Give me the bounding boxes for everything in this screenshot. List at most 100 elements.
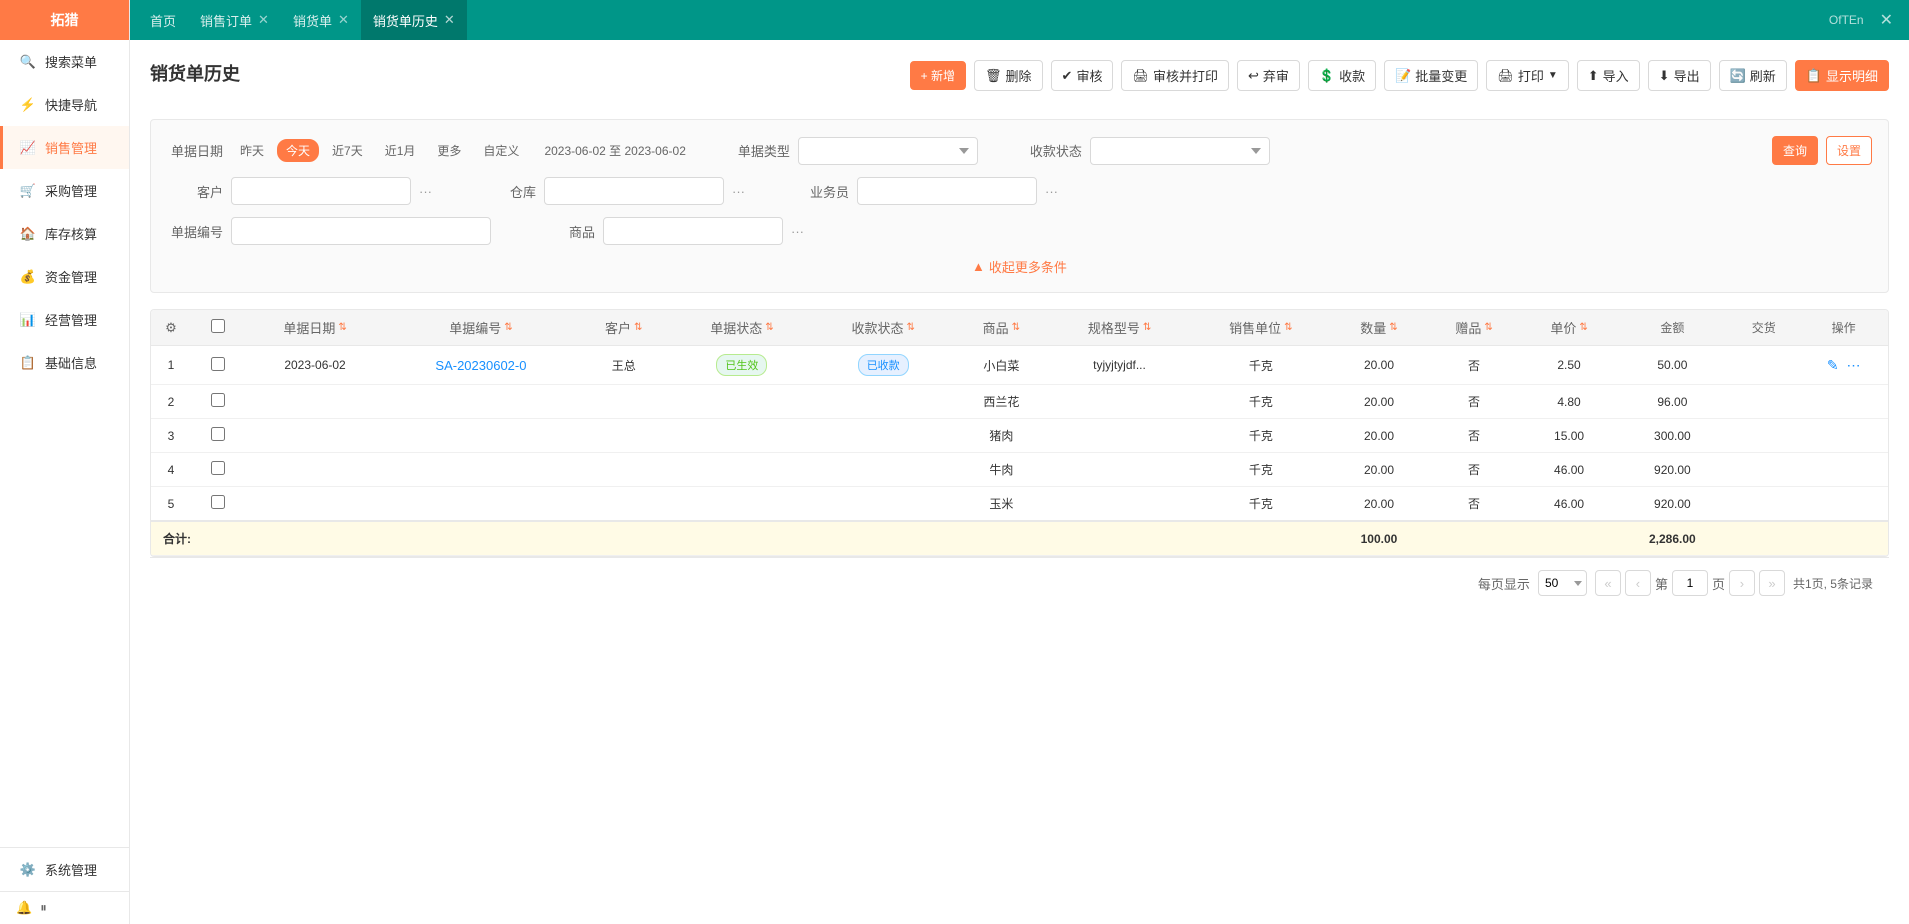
export-button[interactable]: ⬇ 导出	[1648, 60, 1711, 91]
date-btn-today[interactable]: 今天	[277, 139, 319, 162]
nav-sales-goods[interactable]: 销货单 ✕	[281, 0, 361, 40]
edit-icon[interactable]: ✎	[1827, 357, 1839, 374]
collapse-button[interactable]: ▲ 收起更多条件	[167, 257, 1872, 276]
date-btn-1month[interactable]: 近1月	[376, 139, 425, 162]
close-sales-order-icon[interactable]: ✕	[258, 12, 269, 28]
sidebar-item-inventory[interactable]: 🏠 库存核算	[0, 212, 129, 255]
next-page-btn[interactable]: ›	[1729, 570, 1755, 596]
doctype-select[interactable]	[798, 137, 978, 165]
cell-docno[interactable]	[386, 385, 577, 419]
cell-op[interactable]	[1799, 419, 1888, 453]
cell-docno[interactable]: SA-20230602-0	[386, 346, 577, 385]
sidebar-item-sys-mgmt[interactable]: ⚙️ 系统管理	[0, 848, 129, 891]
docnum-input[interactable]	[231, 217, 491, 245]
page-num-input[interactable]	[1672, 570, 1708, 596]
settings-button[interactable]: 设置	[1826, 136, 1872, 165]
cell-op[interactable]	[1799, 385, 1888, 419]
nav-sales-history[interactable]: 销货单历史 ✕	[361, 0, 467, 40]
select-all-checkbox[interactable]	[211, 319, 225, 333]
nav-home[interactable]: 首页	[138, 0, 188, 40]
cell-check[interactable]	[191, 346, 244, 385]
th-doc-status[interactable]: 单据状态 ⇅	[671, 310, 812, 346]
sidebar-item-finance[interactable]: 💰 资金管理	[0, 255, 129, 298]
goods-label: 商品	[539, 222, 595, 241]
cell-docno[interactable]	[386, 419, 577, 453]
top-nav-bar: 首页 销售订单 ✕ 销货单 ✕ 销货单历史 ✕ OfTEn ✕	[130, 0, 1909, 40]
date-btn-more[interactable]: 更多	[428, 139, 470, 162]
warehouse-input[interactable]	[544, 177, 724, 205]
delete-button[interactable]: 🗑 删除	[974, 60, 1043, 91]
th-collect-status[interactable]: 收款状态 ⇅	[813, 310, 954, 346]
cell-check[interactable]	[191, 453, 244, 487]
batch-change-button[interactable]: 📝 批量变更	[1384, 60, 1478, 91]
footer-label: 合计:	[151, 521, 244, 556]
query-button[interactable]: 查询	[1772, 136, 1818, 165]
new-button[interactable]: + 新增	[910, 61, 966, 90]
abandon-button[interactable]: ↩ 弃审	[1237, 60, 1300, 91]
more-icon[interactable]: ⋯	[1847, 357, 1861, 374]
goods-input[interactable]	[603, 217, 783, 245]
th-date[interactable]: 单据日期 ⇅	[244, 310, 385, 346]
cell-op[interactable]	[1799, 453, 1888, 487]
th-price[interactable]: 单价 ⇅	[1522, 310, 1617, 346]
warehouse-ellipsis[interactable]: ···	[732, 184, 745, 199]
refresh-button[interactable]: 🔄 刷新	[1719, 60, 1787, 91]
sidebar-bottom-icon2[interactable]: ⏸	[40, 900, 47, 916]
customer-input[interactable]	[231, 177, 411, 205]
th-gift[interactable]: 赠品 ⇅	[1427, 310, 1522, 346]
th-qty[interactable]: 数量 ⇅	[1331, 310, 1426, 346]
close-sales-goods-icon[interactable]: ✕	[338, 12, 349, 28]
sidebar-item-sales-mgmt[interactable]: 📈 销售管理	[0, 126, 129, 169]
th-operation: 操作	[1799, 310, 1888, 346]
agent-input[interactable]	[857, 177, 1037, 205]
sidebar-item-quick-nav[interactable]: ⚡ 快捷导航	[0, 83, 129, 126]
date-btn-custom[interactable]: 自定义	[474, 139, 528, 162]
customer-ellipsis[interactable]: ···	[419, 184, 432, 199]
import-button[interactable]: ⬆ 导入	[1577, 60, 1640, 91]
sidebar-item-search-menu[interactable]: 🔍 搜索菜单	[0, 40, 129, 83]
cell-goods: 小白菜	[954, 346, 1049, 385]
date-btn-yesterday[interactable]: 昨天	[231, 139, 273, 162]
cell-docno[interactable]	[386, 453, 577, 487]
filter-customer-item: 客户 ···	[167, 177, 432, 205]
th-spec[interactable]: 规格型号 ⇅	[1049, 310, 1190, 346]
sidebar-item-operations[interactable]: 📊 经营管理	[0, 298, 129, 341]
th-unit[interactable]: 销售单位 ⇅	[1190, 310, 1331, 346]
cell-delivery	[1728, 346, 1799, 385]
cell-op[interactable]: ✎⋯	[1799, 346, 1888, 385]
cell-check[interactable]	[191, 487, 244, 522]
customer-label: 客户	[167, 182, 223, 201]
doc-link[interactable]: SA-20230602-0	[435, 358, 526, 373]
per-page-select[interactable]: 50 100 200	[1538, 570, 1587, 596]
sidebar-item-basic-info[interactable]: 📋 基础信息	[0, 341, 129, 384]
date-btn-7days[interactable]: 近7天	[323, 139, 372, 162]
th-settings[interactable]: ⚙	[151, 310, 191, 346]
top-nav-close-btn[interactable]: ✕	[1872, 10, 1901, 30]
th-docno[interactable]: 单据编号 ⇅	[386, 310, 577, 346]
first-page-btn[interactable]: «	[1595, 570, 1621, 596]
table-settings-icon[interactable]: ⚙	[165, 320, 177, 335]
export-icon: ⬇	[1659, 68, 1670, 84]
collect-button[interactable]: 💲 收款	[1308, 60, 1376, 91]
last-page-btn[interactable]: »	[1759, 570, 1785, 596]
print-button[interactable]: 🖨 打印 ▼	[1486, 60, 1568, 91]
th-goods[interactable]: 商品 ⇅	[954, 310, 1049, 346]
goods-ellipsis[interactable]: ···	[791, 224, 804, 239]
th-customer[interactable]: 客户 ⇅	[576, 310, 671, 346]
cell-gift: 否	[1427, 385, 1522, 419]
show-detail-button[interactable]: 📋 显示明细	[1795, 60, 1889, 91]
agent-ellipsis[interactable]: ···	[1045, 184, 1058, 199]
cell-op[interactable]	[1799, 487, 1888, 522]
cell-docstatus	[671, 419, 812, 453]
nav-sales-order[interactable]: 销售订单 ✕	[188, 0, 281, 40]
audit-button[interactable]: ✔ 审核	[1051, 60, 1114, 91]
cell-docno[interactable]	[386, 487, 577, 522]
collect-status-select[interactable]	[1090, 137, 1270, 165]
sidebar-bottom-icon1[interactable]: 🔔	[16, 900, 32, 916]
close-sales-history-icon[interactable]: ✕	[444, 12, 455, 28]
sidebar-item-purchase-mgmt[interactable]: 🛒 采购管理	[0, 169, 129, 212]
cell-check[interactable]	[191, 419, 244, 453]
prev-page-btn[interactable]: ‹	[1625, 570, 1651, 596]
audit-print-button[interactable]: 🖨 审核并打印	[1121, 60, 1229, 91]
cell-check[interactable]	[191, 385, 244, 419]
